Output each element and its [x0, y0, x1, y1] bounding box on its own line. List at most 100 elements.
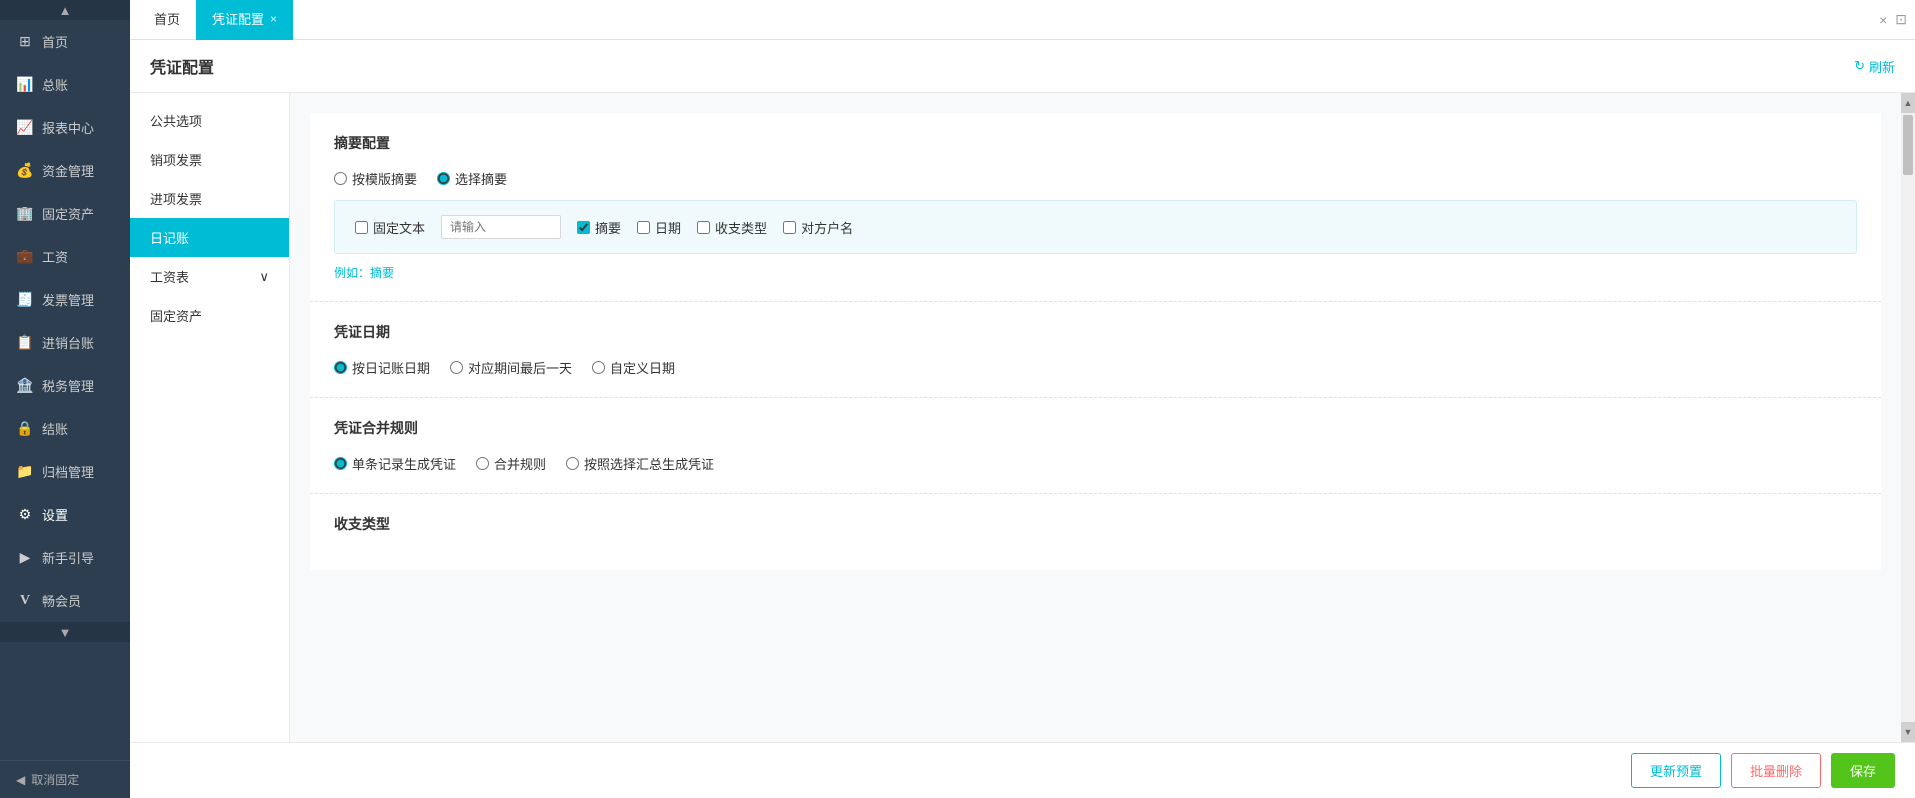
radio-select-summary[interactable]: 选择摘要 — [437, 169, 507, 188]
sidebar-item-home[interactable]: ⊞ 首页 — [0, 20, 130, 63]
radio-select-merge-input[interactable] — [566, 457, 579, 470]
radio-template-summary[interactable]: 按模版摘要 — [334, 169, 417, 188]
window-resize-button[interactable]: ⊡ — [1895, 11, 1907, 28]
right-content: 摘要配置 按模版摘要 选择摘要 固定文本 — [290, 93, 1901, 742]
sidebar-item-tax[interactable]: 🏦 税务管理 — [0, 364, 130, 407]
sidebar-item-guide[interactable]: ▶ 新手引导 — [0, 536, 130, 579]
scroll-up-button[interactable]: ▲ — [1901, 93, 1915, 113]
left-nav: 公共选项 销项发票 进项发票 日记账 工资表 ∨ 固定资产 — [130, 93, 290, 742]
guide-icon: ▶ — [16, 549, 34, 567]
sidebar-item-report[interactable]: 📈 报表中心 — [0, 106, 130, 149]
voucher-date-section: 凭证日期 按日记账日期 对应期间最后一天 自定义日期 — [310, 302, 1881, 398]
radio-merge-input[interactable] — [476, 457, 489, 470]
nav-item-payroll[interactable]: 工资表 ∨ — [130, 257, 289, 296]
income-type-section: 收支类型 — [310, 494, 1881, 570]
nav-item-fixed-assets-left[interactable]: 固定资产 — [130, 296, 289, 335]
radio-single-input[interactable] — [334, 457, 347, 470]
radio-single-record[interactable]: 单条记录生成凭证 — [334, 454, 456, 473]
radio-select-merge[interactable]: 按照选择汇总生成凭证 — [566, 454, 714, 473]
radio-select-input[interactable] — [437, 172, 450, 185]
purchase-sales-icon: 📋 — [16, 334, 34, 352]
sidebar-scroll-down[interactable]: ▼ — [0, 622, 130, 642]
sidebar-item-fixed-assets[interactable]: 🏢 固定资产 — [0, 192, 130, 235]
sidebar-item-salary[interactable]: 💼 工资 — [0, 235, 130, 278]
date-checkbox[interactable] — [637, 221, 650, 234]
right-scrollbar[interactable]: ▲ ▼ — [1901, 93, 1915, 742]
main-area: 首页 凭证配置 × × ⊡ 凭证配置 ↻ 刷新 公共选项 销项发票 进 — [130, 0, 1915, 798]
home-icon: ⊞ — [16, 33, 34, 51]
sidebar-item-archive[interactable]: 📁 归档管理 — [0, 450, 130, 493]
fixed-text-checkbox[interactable] — [355, 221, 368, 234]
settings-icon: ⚙ — [16, 506, 34, 524]
invoice-icon: 🧾 — [16, 291, 34, 309]
bottom-bar: 更新预置 批量删除 保存 — [130, 742, 1915, 798]
report-icon: 📈 — [16, 119, 34, 137]
sidebar-item-close-account[interactable]: 🔒 结账 — [0, 407, 130, 450]
nav-item-purchase-invoice[interactable]: 进项发票 — [130, 179, 289, 218]
cancel-pin-button[interactable]: ◀ 取消固定 — [0, 760, 130, 798]
sidebar-item-invoice[interactable]: 🧾 发票管理 — [0, 278, 130, 321]
radio-journal-date-input[interactable] — [334, 361, 347, 374]
counterparty-checkbox[interactable] — [783, 221, 796, 234]
sidebar-item-settings[interactable]: ⚙ 设置 — [0, 493, 130, 536]
fixed-text-input[interactable] — [441, 215, 561, 239]
fixed-assets-icon: 🏢 — [16, 205, 34, 223]
checkbox-summary[interactable]: 摘要 — [577, 218, 621, 237]
summary-checkbox[interactable] — [577, 221, 590, 234]
merge-rules-radio-group: 单条记录生成凭证 合并规则 按照选择汇总生成凭证 — [334, 454, 1857, 473]
voucher-date-title: 凭证日期 — [334, 322, 1857, 342]
scroll-thumb[interactable] — [1903, 115, 1913, 175]
tax-icon: 🏦 — [16, 377, 34, 395]
summary-title: 摘要配置 — [334, 133, 1857, 153]
checkbox-date[interactable]: 日期 — [637, 218, 681, 237]
radio-custom-date[interactable]: 自定义日期 — [592, 358, 675, 377]
merge-rules-section: 凭证合并规则 单条记录生成凭证 合并规则 按照选择汇总生成凭证 — [310, 398, 1881, 494]
income-type-title: 收支类型 — [334, 514, 1857, 534]
radio-last-day-input[interactable] — [450, 361, 463, 374]
close-account-icon: 🔒 — [16, 420, 34, 438]
tab-voucher-config[interactable]: 凭证配置 × — [196, 0, 293, 40]
radio-merge-rule[interactable]: 合并规则 — [476, 454, 546, 473]
salary-icon: 💼 — [16, 248, 34, 266]
summary-section: 摘要配置 按模版摘要 选择摘要 固定文本 — [310, 113, 1881, 302]
tab-home[interactable]: 首页 — [138, 0, 196, 40]
radio-template-input[interactable] — [334, 172, 347, 185]
sidebar-item-funds[interactable]: 💰 资金管理 — [0, 149, 130, 192]
radio-journal-date[interactable]: 按日记账日期 — [334, 358, 430, 377]
refresh-icon: ↻ — [1854, 58, 1865, 74]
scroll-down-button[interactable]: ▼ — [1901, 722, 1915, 742]
voucher-date-radio-group: 按日记账日期 对应期间最后一天 自定义日期 — [334, 358, 1857, 377]
tab-bar: 首页 凭证配置 × × ⊡ — [130, 0, 1915, 40]
nav-item-journal[interactable]: 日记账 — [130, 218, 289, 257]
content-area: 公共选项 销项发票 进项发票 日记账 工资表 ∨ 固定资产 摘要配置 — [130, 93, 1915, 742]
update-preview-button[interactable]: 更新预置 — [1631, 753, 1721, 788]
sidebar: ▲ ⊞ 首页 📊 总账 📈 报表中心 💰 资金管理 🏢 固定资产 💼 工资 🧾 … — [0, 0, 130, 798]
merge-rules-title: 凭证合并规则 — [334, 418, 1857, 438]
nav-item-public[interactable]: 公共选项 — [130, 101, 289, 140]
nav-item-sales-invoice[interactable]: 销项发票 — [130, 140, 289, 179]
expand-arrow-icon: ∨ — [259, 269, 269, 285]
checkbox-fixed-text[interactable]: 固定文本 — [355, 218, 425, 237]
tab-close-button[interactable]: × — [270, 12, 277, 26]
tab-bar-actions: × ⊡ — [1879, 11, 1907, 28]
sidebar-item-vip[interactable]: V 畅会员 — [0, 579, 130, 622]
sidebar-item-purchase-sales[interactable]: 📋 进销台账 — [0, 321, 130, 364]
save-button[interactable]: 保存 — [1831, 753, 1895, 788]
vip-icon: V — [16, 592, 34, 610]
refresh-button[interactable]: ↻ 刷新 — [1854, 57, 1895, 76]
sidebar-scroll-up[interactable]: ▲ — [0, 0, 130, 20]
summary-options-box: 固定文本 摘要 日期 收支类型 — [334, 200, 1857, 254]
archive-icon: 📁 — [16, 463, 34, 481]
page-header: 凭证配置 ↻ 刷新 — [130, 40, 1915, 93]
ledger-icon: 📊 — [16, 76, 34, 94]
sidebar-item-ledger[interactable]: 📊 总账 — [0, 63, 130, 106]
checkbox-counterparty[interactable]: 对方户名 — [783, 218, 853, 237]
checkbox-income-type[interactable]: 收支类型 — [697, 218, 767, 237]
window-close-button[interactable]: × — [1879, 12, 1887, 28]
batch-delete-button[interactable]: 批量删除 — [1731, 753, 1821, 788]
summary-radio-group: 按模版摘要 选择摘要 — [334, 169, 1857, 188]
page-title: 凭证配置 — [150, 54, 214, 78]
radio-custom-date-input[interactable] — [592, 361, 605, 374]
radio-last-day[interactable]: 对应期间最后一天 — [450, 358, 572, 377]
income-type-checkbox[interactable] — [697, 221, 710, 234]
